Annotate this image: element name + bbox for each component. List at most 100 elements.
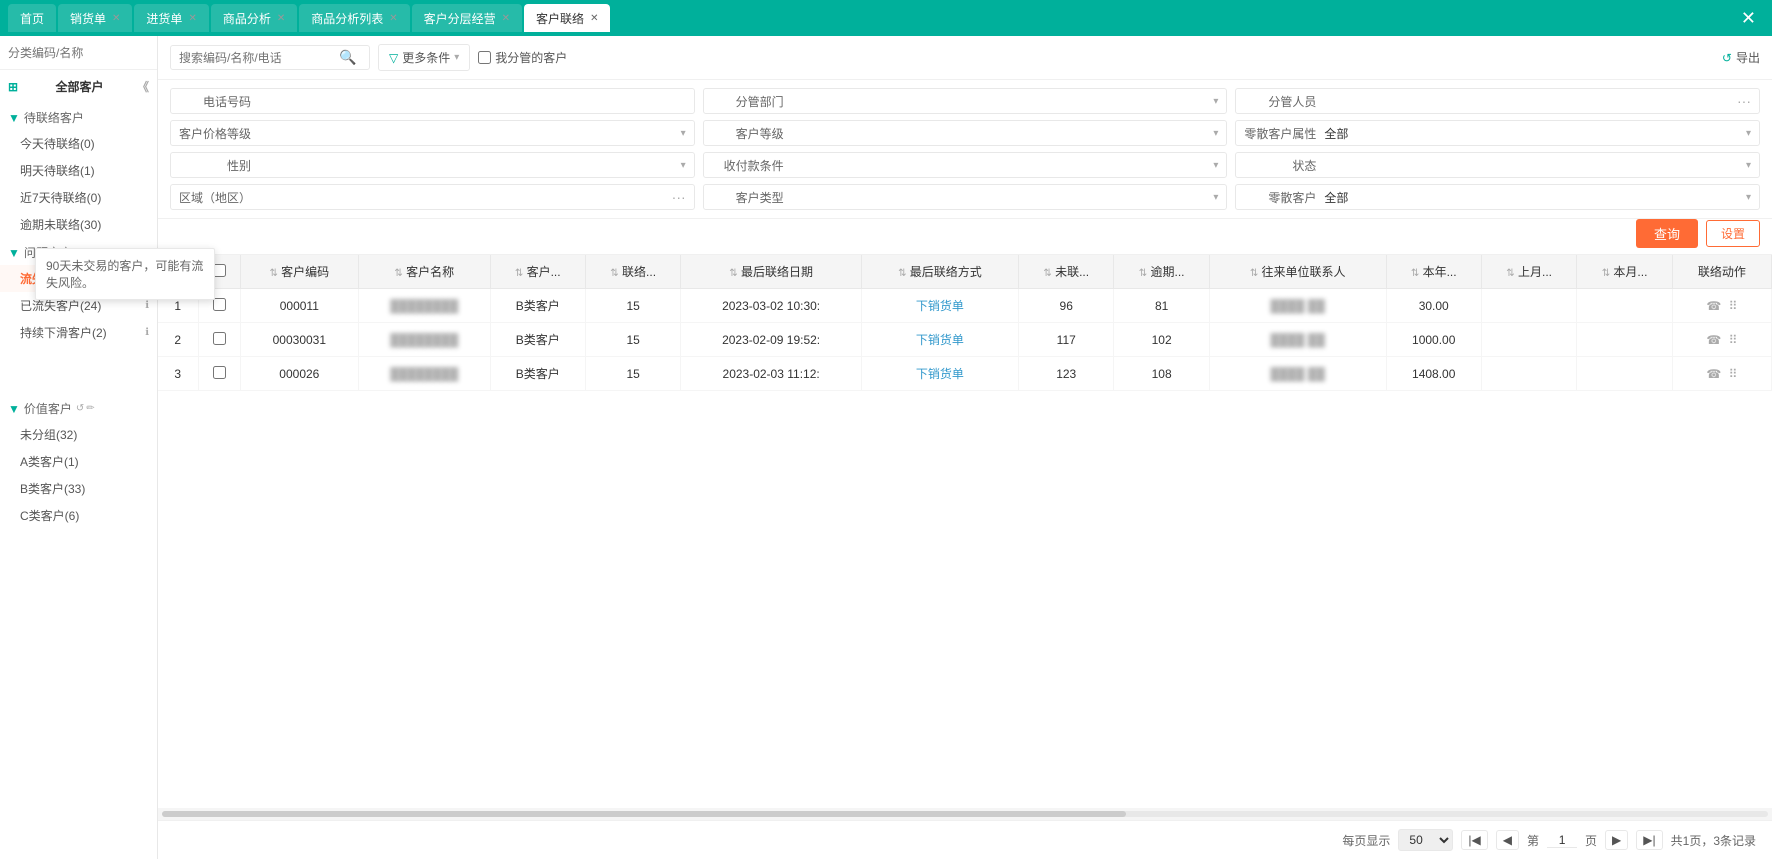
- sidebar-item-class-b[interactable]: B类客户(33): [0, 475, 157, 502]
- cell-last-method[interactable]: 下销货单: [861, 323, 1018, 357]
- more-action-icon[interactable]: ⠿: [1729, 333, 1738, 347]
- more-options-icon[interactable]: ···: [672, 189, 686, 205]
- tab-customer-tier[interactable]: 客户分层经营 ✕: [412, 4, 522, 32]
- close-icon[interactable]: ✕: [188, 13, 196, 24]
- sort-icon[interactable]: ⇅: [515, 268, 523, 279]
- contact-icon[interactable]: ☎: [1706, 299, 1721, 313]
- sidebar-item-7days[interactable]: 近7天待联络(0): [0, 184, 157, 211]
- filter-zero-customer[interactable]: 零散客户 全部 ▾: [1235, 184, 1760, 210]
- scrollbar-thumb[interactable]: [162, 811, 1126, 817]
- filter-person[interactable]: 分管人员 ···: [1235, 88, 1760, 114]
- more-options-icon[interactable]: ···: [1737, 93, 1751, 109]
- th-this-year[interactable]: ⇅ 本年...: [1386, 255, 1481, 289]
- phone-input[interactable]: [259, 92, 686, 110]
- search-input[interactable]: [179, 51, 339, 65]
- th-contact[interactable]: ⇅ 联络...: [585, 255, 680, 289]
- sort-icon[interactable]: ⇅: [1139, 268, 1147, 279]
- close-icon[interactable]: ✕: [112, 13, 120, 24]
- method-link[interactable]: 下销货单: [916, 333, 964, 347]
- sort-icon[interactable]: ⇅: [729, 268, 737, 279]
- last-page-button[interactable]: ▶|: [1636, 830, 1662, 850]
- first-page-button[interactable]: |◀: [1461, 830, 1487, 850]
- row-checkbox[interactable]: [213, 366, 226, 379]
- export-button[interactable]: ↺ 导出: [1722, 49, 1760, 66]
- all-customers-title[interactable]: ⊞ 全部客户 《: [0, 70, 157, 103]
- sort-icon[interactable]: ⇅: [1602, 268, 1610, 279]
- next-page-button[interactable]: ▶: [1605, 830, 1628, 850]
- query-button[interactable]: 查询: [1636, 219, 1698, 248]
- filter-dept[interactable]: 分管部门 ▾: [703, 88, 1228, 114]
- horizontal-scrollbar[interactable]: [158, 808, 1772, 820]
- collapse-icon[interactable]: 《: [137, 78, 149, 95]
- filter-gender[interactable]: 性别 ▾: [170, 152, 695, 178]
- close-icon[interactable]: ✕: [277, 13, 285, 24]
- filter-price-tier[interactable]: 客户价格等级 ▾: [170, 120, 695, 146]
- filter-zero-sale-attr[interactable]: 零散客户属性 全部 ▾: [1235, 120, 1760, 146]
- close-icon[interactable]: ✕: [502, 13, 510, 24]
- setting-button[interactable]: 设置: [1706, 220, 1760, 247]
- sidebar-item-overdue[interactable]: 逾期未联络(30): [0, 211, 157, 238]
- cell-last-method[interactable]: 下销货单: [861, 289, 1018, 323]
- cell-checkbox[interactable]: [198, 323, 240, 357]
- sidebar-item-tomorrow[interactable]: 明天待联络(1): [0, 157, 157, 184]
- edit-icon[interactable]: ✏: [86, 403, 94, 414]
- tab-analysis[interactable]: 商品分析 ✕: [211, 4, 297, 32]
- method-link[interactable]: 下销货单: [916, 367, 964, 381]
- th-this-month[interactable]: ⇅ 本月...: [1577, 255, 1672, 289]
- search-button[interactable]: 🔍: [339, 49, 356, 66]
- th-overdue[interactable]: ⇅ 逾期...: [1114, 255, 1209, 289]
- sort-icon[interactable]: ⇅: [898, 268, 906, 279]
- tab-purchase[interactable]: 进货单 ✕: [134, 4, 208, 32]
- sidebar-group-pending[interactable]: ▼ 待联络客户: [0, 103, 157, 130]
- filter-payment[interactable]: 收付款条件 ▾: [703, 152, 1228, 178]
- refresh-icon[interactable]: ↺: [76, 403, 84, 414]
- sidebar-item-today[interactable]: 今天待联络(0): [0, 130, 157, 157]
- cell-last-method[interactable]: 下销货单: [861, 357, 1018, 391]
- filter-customer-type[interactable]: 客户类型 ▾: [703, 184, 1228, 210]
- cell-action[interactable]: ☎ ⠿: [1672, 323, 1771, 357]
- close-icon[interactable]: ✕: [590, 13, 598, 24]
- filter-button[interactable]: ▽ 更多条件 ▾: [378, 44, 470, 71]
- row-checkbox[interactable]: [213, 332, 226, 345]
- more-action-icon[interactable]: ⠿: [1729, 299, 1738, 313]
- th-category[interactable]: ⇅ 客户...: [490, 255, 585, 289]
- close-icon[interactable]: ✕: [389, 13, 397, 24]
- sidebar-group-valued[interactable]: ▼ 价值客户 ↺ ✏: [0, 394, 157, 421]
- filter-customer-level[interactable]: 客户等级 ▾: [703, 120, 1228, 146]
- sidebar-item-ungroup[interactable]: 未分组(32): [0, 421, 157, 448]
- tab-home[interactable]: 首页: [8, 4, 56, 32]
- cell-action[interactable]: ☎ ⠿: [1672, 357, 1771, 391]
- my-customers-checkbox[interactable]: 我分管的客户: [478, 49, 567, 66]
- sort-icon[interactable]: ⇅: [269, 268, 277, 279]
- th-unit-contact[interactable]: ⇅ 往来单位联系人: [1209, 255, 1386, 289]
- th-last-month[interactable]: ⇅ 上月...: [1481, 255, 1576, 289]
- my-customers-check[interactable]: [478, 51, 491, 64]
- tab-analysis-list[interactable]: 商品分析列表 ✕: [299, 4, 409, 32]
- window-close-button[interactable]: ✕: [1733, 8, 1764, 29]
- per-page-select[interactable]: 50 100 200: [1398, 829, 1453, 851]
- row-checkbox[interactable]: [213, 298, 226, 311]
- sidebar-item-class-a[interactable]: A类客户(1): [0, 448, 157, 475]
- more-action-icon[interactable]: ⠿: [1729, 367, 1738, 381]
- th-last-contact-method[interactable]: ⇅ 最后联络方式: [861, 255, 1018, 289]
- sort-icon[interactable]: ⇅: [1250, 268, 1258, 279]
- sort-icon[interactable]: ⇅: [1506, 268, 1514, 279]
- method-link[interactable]: 下销货单: [916, 299, 964, 313]
- sidebar-item-class-c[interactable]: C类客户(6): [0, 502, 157, 529]
- sort-icon[interactable]: ⇅: [610, 268, 618, 279]
- th-last-contact-date[interactable]: ⇅ 最后联络日期: [681, 255, 861, 289]
- sort-icon[interactable]: ⇅: [1411, 268, 1419, 279]
- tab-sales[interactable]: 销货单 ✕: [58, 4, 132, 32]
- sort-icon[interactable]: ⇅: [394, 268, 402, 279]
- tab-customer-contact[interactable]: 客户联络 ✕: [524, 4, 610, 32]
- filter-status[interactable]: 状态 ▾: [1235, 152, 1760, 178]
- filter-region[interactable]: 区域（地区） ···: [170, 184, 695, 210]
- prev-page-button[interactable]: ◀: [1496, 830, 1519, 850]
- sidebar-search-input[interactable]: [8, 46, 158, 60]
- th-name[interactable]: ⇅ 客户名称: [358, 255, 490, 289]
- contact-icon[interactable]: ☎: [1706, 367, 1721, 381]
- sidebar-item-declining[interactable]: 持续下滑客户(2) ℹ: [0, 319, 157, 346]
- sort-icon[interactable]: ⇅: [1043, 268, 1051, 279]
- page-number-input[interactable]: [1547, 833, 1577, 848]
- cell-checkbox[interactable]: [198, 357, 240, 391]
